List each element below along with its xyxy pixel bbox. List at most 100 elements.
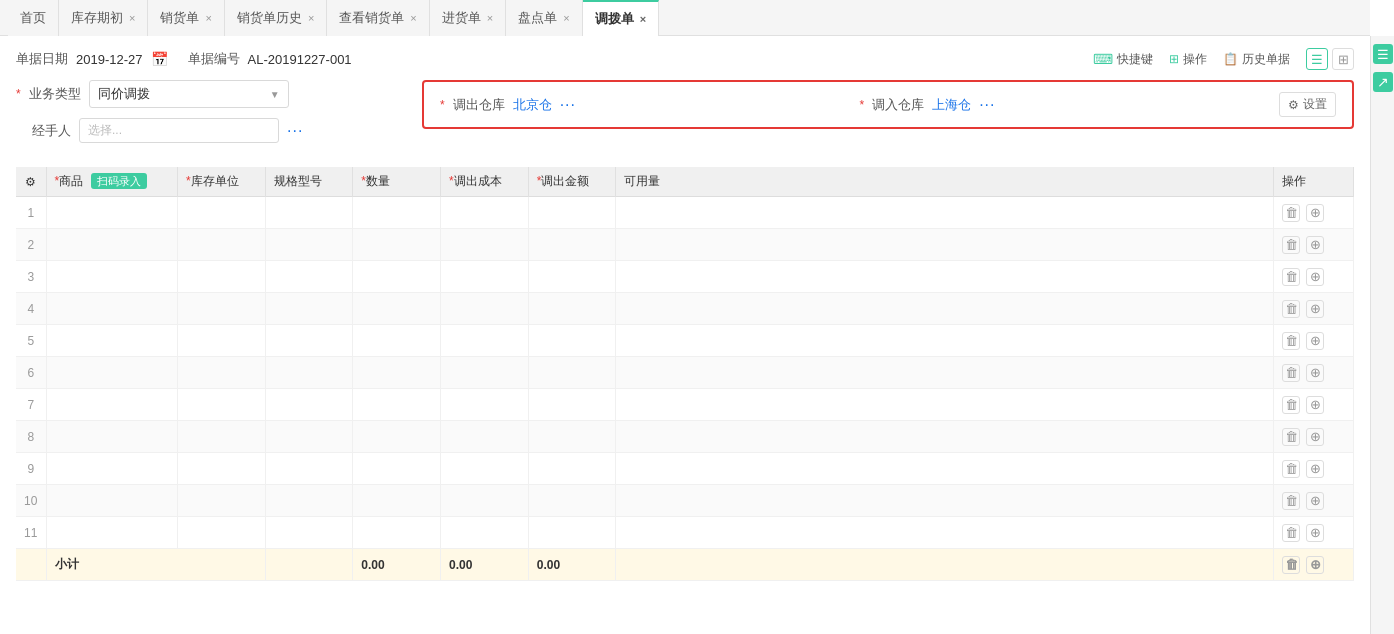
operation-btn[interactable]: ⊞ 操作 [1169, 51, 1207, 68]
subtotal-delete-btn[interactable]: 🗑 [1282, 556, 1300, 574]
row-quantity[interactable] [353, 357, 441, 389]
copy-row-btn[interactable]: ⊕ [1306, 332, 1324, 350]
copy-row-btn[interactable]: ⊕ [1306, 396, 1324, 414]
row-transfer-amount[interactable] [528, 229, 616, 261]
row-transfer-cost[interactable] [441, 293, 529, 325]
tab-transfer[interactable]: 调拨单 × [583, 0, 659, 36]
row-unit[interactable] [178, 197, 266, 229]
row-unit[interactable] [178, 453, 266, 485]
copy-row-btn[interactable]: ⊕ [1306, 428, 1324, 446]
row-transfer-amount[interactable] [528, 517, 616, 549]
row-product[interactable] [46, 389, 178, 421]
row-spec[interactable] [265, 485, 353, 517]
close-sales-order[interactable]: × [205, 12, 211, 24]
close-purchase[interactable]: × [487, 12, 493, 24]
close-sales-history[interactable]: × [308, 12, 314, 24]
delete-row-btn[interactable]: 🗑 [1282, 364, 1300, 382]
sidebar-list-icon[interactable]: ☰ [1373, 44, 1393, 64]
row-spec[interactable] [265, 261, 353, 293]
row-unit[interactable] [178, 229, 266, 261]
row-spec[interactable] [265, 293, 353, 325]
tab-inventory-init[interactable]: 库存期初 × [59, 0, 148, 36]
row-product[interactable] [46, 357, 178, 389]
row-transfer-amount[interactable] [528, 197, 616, 229]
row-unit[interactable] [178, 389, 266, 421]
row-product[interactable] [46, 229, 178, 261]
row-spec[interactable] [265, 197, 353, 229]
tab-sales-order[interactable]: 销货单 × [148, 0, 224, 36]
sidebar-export-icon[interactable]: ↗ [1373, 72, 1393, 92]
row-transfer-cost[interactable] [441, 517, 529, 549]
row-quantity[interactable] [353, 453, 441, 485]
row-quantity[interactable] [353, 261, 441, 293]
row-transfer-cost[interactable] [441, 197, 529, 229]
row-spec[interactable] [265, 389, 353, 421]
handler-more-btn[interactable]: ··· [287, 122, 303, 140]
row-unit[interactable] [178, 261, 266, 293]
row-unit[interactable] [178, 485, 266, 517]
row-transfer-cost[interactable] [441, 389, 529, 421]
delete-row-btn[interactable]: 🗑 [1282, 204, 1300, 222]
row-product[interactable] [46, 197, 178, 229]
delete-row-btn[interactable]: 🗑 [1282, 332, 1300, 350]
row-transfer-amount[interactable] [528, 357, 616, 389]
biz-type-select[interactable]: 同价调拨 ▼ [89, 80, 289, 108]
delete-row-btn[interactable]: 🗑 [1282, 524, 1300, 542]
handler-select[interactable]: 选择... [79, 118, 279, 143]
row-unit[interactable] [178, 357, 266, 389]
row-product[interactable] [46, 517, 178, 549]
copy-row-btn[interactable]: ⊕ [1306, 460, 1324, 478]
row-transfer-cost[interactable] [441, 453, 529, 485]
layout-grid-btn[interactable]: ⊞ [1332, 48, 1354, 70]
row-transfer-amount[interactable] [528, 261, 616, 293]
row-transfer-amount[interactable] [528, 293, 616, 325]
copy-row-btn[interactable]: ⊕ [1306, 364, 1324, 382]
layout-list-btn[interactable]: ☰ [1306, 48, 1328, 70]
copy-row-btn[interactable]: ⊕ [1306, 236, 1324, 254]
row-product[interactable] [46, 453, 178, 485]
row-unit[interactable] [178, 293, 266, 325]
calendar-icon[interactable]: 📅 [151, 51, 168, 67]
row-unit[interactable] [178, 325, 266, 357]
tab-view-sales[interactable]: 查看销货单 × [327, 0, 429, 36]
tab-purchase[interactable]: 进货单 × [430, 0, 506, 36]
row-transfer-cost[interactable] [441, 357, 529, 389]
copy-row-btn[interactable]: ⊕ [1306, 524, 1324, 542]
tab-sales-history[interactable]: 销货单历史 × [225, 0, 327, 36]
row-product[interactable] [46, 421, 178, 453]
subtotal-copy-btn[interactable]: ⊕ [1306, 556, 1324, 574]
row-transfer-cost[interactable] [441, 229, 529, 261]
history-btn[interactable]: 📋 历史单据 [1223, 51, 1290, 68]
row-transfer-amount[interactable] [528, 325, 616, 357]
row-product[interactable] [46, 325, 178, 357]
copy-row-btn[interactable]: ⊕ [1306, 300, 1324, 318]
row-product[interactable] [46, 293, 178, 325]
row-quantity[interactable] [353, 517, 441, 549]
shortcut-btn[interactable]: ⌨ 快捷键 [1093, 51, 1153, 68]
row-spec[interactable] [265, 421, 353, 453]
out-warehouse-more-btn[interactable]: ··· [560, 96, 576, 114]
close-transfer[interactable]: × [640, 13, 646, 25]
row-spec[interactable] [265, 357, 353, 389]
tab-home[interactable]: 首页 [8, 0, 59, 36]
row-transfer-cost[interactable] [441, 325, 529, 357]
row-transfer-amount[interactable] [528, 421, 616, 453]
row-transfer-amount[interactable] [528, 453, 616, 485]
delete-row-btn[interactable]: 🗑 [1282, 396, 1300, 414]
delete-row-btn[interactable]: 🗑 [1282, 460, 1300, 478]
copy-row-btn[interactable]: ⊕ [1306, 492, 1324, 510]
row-transfer-amount[interactable] [528, 485, 616, 517]
row-quantity[interactable] [353, 421, 441, 453]
row-transfer-cost[interactable] [441, 261, 529, 293]
delete-row-btn[interactable]: 🗑 [1282, 268, 1300, 286]
close-view-sales[interactable]: × [410, 12, 416, 24]
row-spec[interactable] [265, 325, 353, 357]
settings-button[interactable]: ⚙ 设置 [1279, 92, 1336, 117]
row-quantity[interactable] [353, 325, 441, 357]
row-transfer-amount[interactable] [528, 389, 616, 421]
copy-row-btn[interactable]: ⊕ [1306, 268, 1324, 286]
delete-row-btn[interactable]: 🗑 [1282, 236, 1300, 254]
row-transfer-cost[interactable] [441, 485, 529, 517]
row-unit[interactable] [178, 421, 266, 453]
scan-badge[interactable]: 扫码录入 [91, 173, 147, 189]
